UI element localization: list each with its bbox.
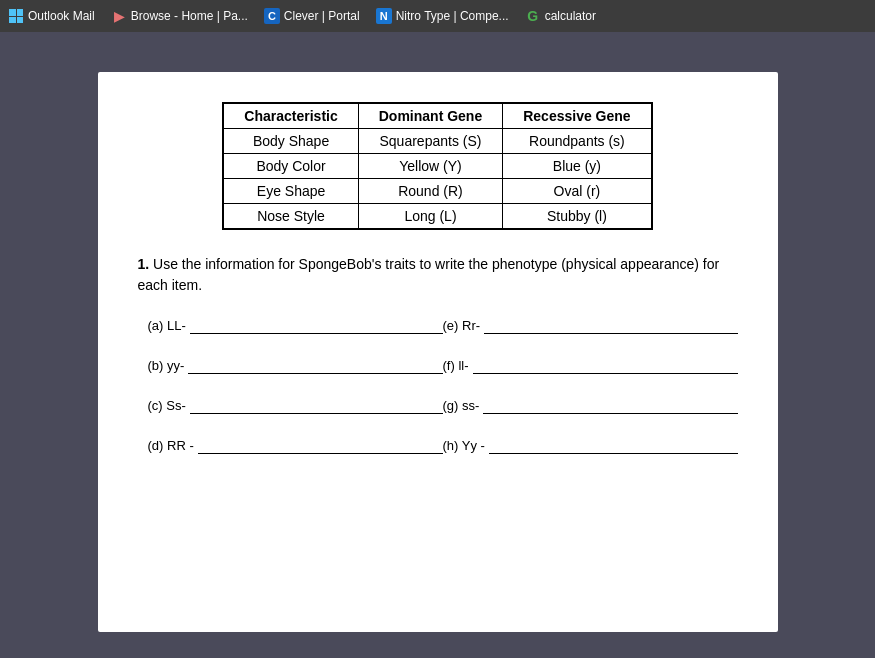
answers-grid: (a) LL- (b) yy- (c) Ss- (d) RR - (148, 316, 738, 476)
toolbar-item-outlook[interactable]: Outlook Mail (8, 8, 95, 24)
answer-line-f[interactable] (473, 356, 738, 374)
table-row: Body ShapeSquarepants (S)Roundpants (s) (223, 129, 651, 154)
toolbar-label-browse: Browse - Home | Pa... (131, 9, 248, 23)
answer-row-c: (c) Ss- (148, 396, 443, 414)
answer-label-a: (a) LL- (148, 318, 186, 333)
c-icon: C (264, 8, 280, 24)
grid-icon (8, 8, 24, 24)
answer-row-g: (g) ss- (443, 396, 738, 414)
table-row: Body ColorYellow (Y)Blue (y) (223, 154, 651, 179)
answers-right-column: (e) Rr- (f) ll- (g) ss- (h) Yy - (443, 316, 738, 476)
table-header-recessive: Recessive Gene (503, 103, 652, 129)
answer-row-a: (a) LL- (148, 316, 443, 334)
answer-label-h: (h) Yy - (443, 438, 485, 453)
question-number: 1. (138, 256, 150, 272)
toolbar-label-calculator: calculator (545, 9, 596, 23)
toolbar-item-clever[interactable]: C Clever | Portal (264, 8, 360, 24)
table-cell-r2-c0: Eye Shape (223, 179, 358, 204)
answer-line-h[interactable] (489, 436, 738, 454)
answer-line-d[interactable] (198, 436, 443, 454)
answer-line-b[interactable] (188, 356, 442, 374)
table-cell-r2-c1: Round (R) (358, 179, 502, 204)
table-cell-r3-c2: Stubby (l) (503, 204, 652, 230)
g-icon: G (525, 8, 541, 24)
genetics-table: Characteristic Dominant Gene Recessive G… (222, 102, 652, 230)
toolbar-label-outlook: Outlook Mail (28, 9, 95, 23)
table-cell-r3-c1: Long (L) (358, 204, 502, 230)
answer-row-f: (f) ll- (443, 356, 738, 374)
question-text: 1. Use the information for SpongeBob's t… (138, 254, 738, 296)
toolbar-item-browse[interactable]: ▶ Browse - Home | Pa... (111, 8, 248, 24)
table-cell-r2-c2: Oval (r) (503, 179, 652, 204)
answer-row-h: (h) Yy - (443, 436, 738, 454)
toolbar-label-clever: Clever | Portal (284, 9, 360, 23)
table-header-dominant: Dominant Gene (358, 103, 502, 129)
answers-left-column: (a) LL- (b) yy- (c) Ss- (d) RR - (148, 316, 443, 476)
table-row: Eye ShapeRound (R)Oval (r) (223, 179, 651, 204)
browser-toolbar: Outlook Mail ▶ Browse - Home | Pa... C C… (0, 0, 875, 32)
table-cell-r1-c1: Yellow (Y) (358, 154, 502, 179)
answer-row-d: (d) RR - (148, 436, 443, 454)
answer-label-e: (e) Rr- (443, 318, 481, 333)
answer-line-g[interactable] (483, 396, 737, 414)
n-icon: N (376, 8, 392, 24)
answer-label-d: (d) RR - (148, 438, 194, 453)
p-icon: ▶ (111, 8, 127, 24)
table-cell-r1-c2: Blue (y) (503, 154, 652, 179)
question-section: 1. Use the information for SpongeBob's t… (138, 254, 738, 476)
answer-label-g: (g) ss- (443, 398, 480, 413)
table-cell-r0-c0: Body Shape (223, 129, 358, 154)
answer-label-b: (b) yy- (148, 358, 185, 373)
question-description: Use the information for SpongeBob's trai… (138, 256, 720, 293)
table-header-characteristic: Characteristic (223, 103, 358, 129)
table-cell-r0-c2: Roundpants (s) (503, 129, 652, 154)
toolbar-label-nitro: Nitro Type | Compe... (396, 9, 509, 23)
toolbar-item-calculator[interactable]: G calculator (525, 8, 596, 24)
answer-row-b: (b) yy- (148, 356, 443, 374)
answer-label-c: (c) Ss- (148, 398, 186, 413)
table-row: Nose StyleLong (L)Stubby (l) (223, 204, 651, 230)
worksheet: Characteristic Dominant Gene Recessive G… (98, 72, 778, 632)
answer-line-c[interactable] (190, 396, 443, 414)
answer-row-e: (e) Rr- (443, 316, 738, 334)
table-cell-r1-c0: Body Color (223, 154, 358, 179)
table-cell-r0-c1: Squarepants (S) (358, 129, 502, 154)
toolbar-item-nitro[interactable]: N Nitro Type | Compe... (376, 8, 509, 24)
answer-label-f: (f) ll- (443, 358, 469, 373)
main-content: Characteristic Dominant Gene Recessive G… (0, 32, 875, 658)
table-cell-r3-c0: Nose Style (223, 204, 358, 230)
answer-line-e[interactable] (484, 316, 737, 334)
answer-line-a[interactable] (190, 316, 443, 334)
